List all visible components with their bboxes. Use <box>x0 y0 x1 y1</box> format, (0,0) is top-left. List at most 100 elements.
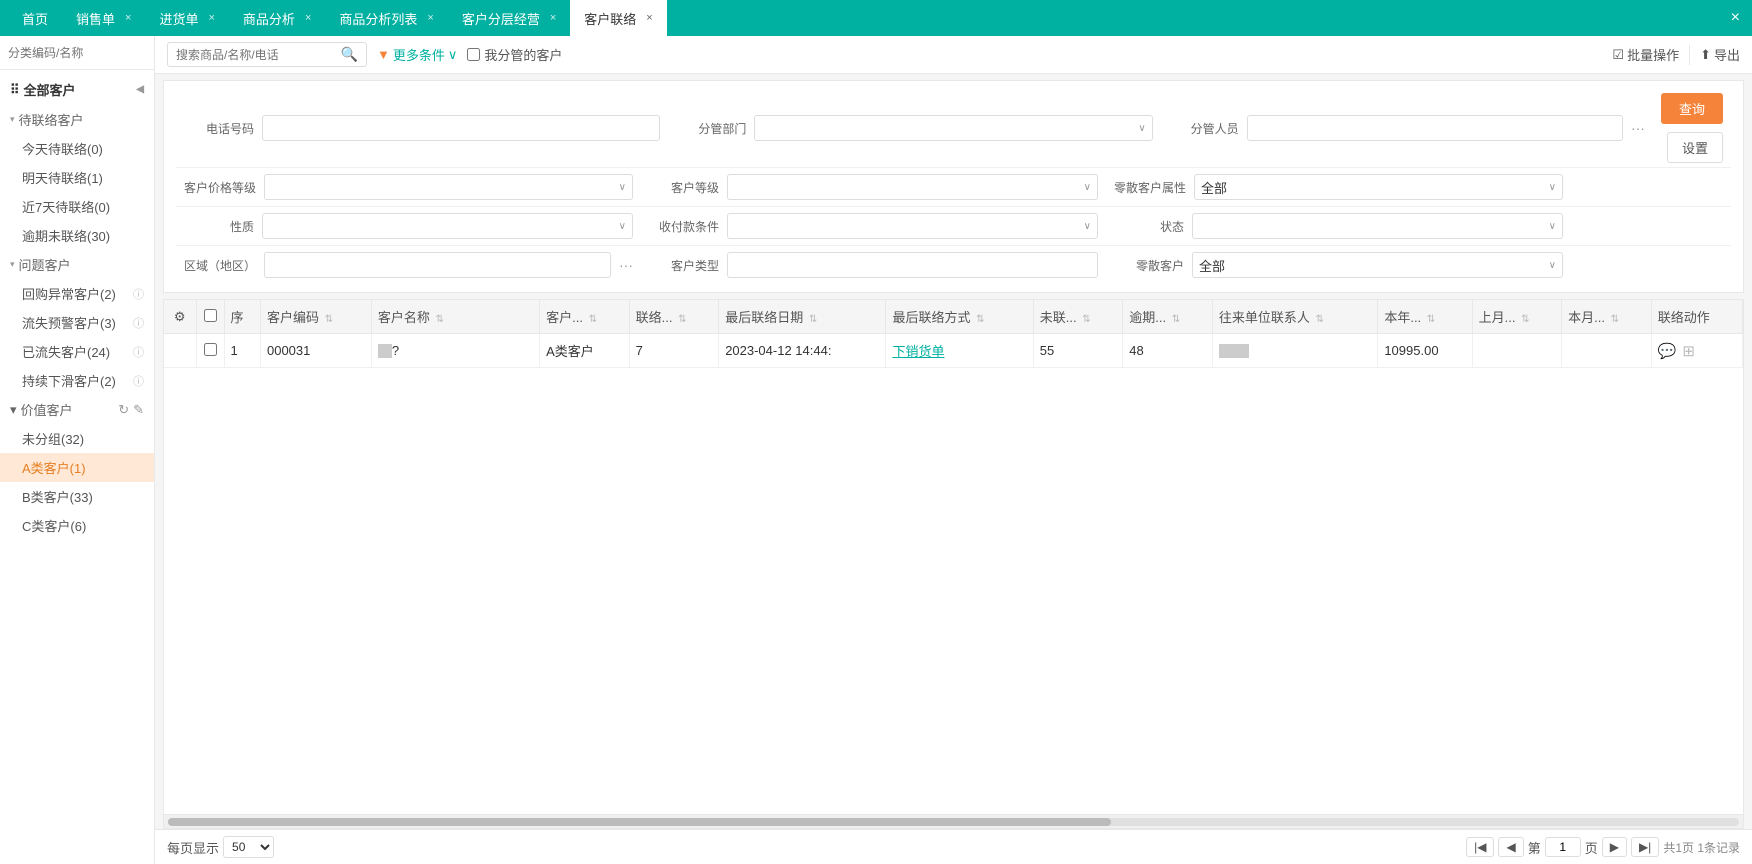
sort-icon-last-month: ⇅ <box>1521 314 1529 325</box>
query-button[interactable]: 查询 <box>1661 93 1723 124</box>
more-conditions-btn[interactable]: ▼ 更多条件 ∨ <box>377 45 457 64</box>
payment-select[interactable]: ∨ <box>727 213 1098 239</box>
sidebar-item-abnormal[interactable]: 回购异常客户(2) ⓘ <box>0 279 154 308</box>
close-tab-analysis-list[interactable]: × <box>427 12 433 24</box>
close-all-tabs[interactable]: × <box>1731 9 1740 27</box>
filter-phone: 电话号码 <box>176 113 668 143</box>
row-gear[interactable] <box>164 334 196 368</box>
retail-select[interactable]: 全部 ∨ <box>1192 252 1563 278</box>
col-header-code[interactable]: 客户编码 ⇅ <box>260 300 371 334</box>
status-select[interactable]: ∨ <box>1192 213 1563 239</box>
sidebar-value-customers-group[interactable]: ▾ 价值客户 ↻ ✎ <box>0 395 154 424</box>
nav-tab-analysis-list[interactable]: 商品分析列表 × <box>325 0 447 36</box>
sidebar-item-declining[interactable]: 持续下滑客户(2) ⓘ <box>0 366 154 395</box>
col-header-overdue[interactable]: 逾期... ⇅ <box>1123 300 1213 334</box>
gear-col-header[interactable]: ⚙ <box>164 300 196 334</box>
my-customers-checkbox[interactable] <box>467 48 480 61</box>
phone-input[interactable] <box>262 115 660 141</box>
sidebar-all-customers[interactable]: ⠿ 全部客户 ◀ <box>0 74 154 105</box>
main-search-icon[interactable]: 🔍 <box>341 46 358 63</box>
per-page-select[interactable]: 50 100 200 <box>223 836 274 858</box>
type-label: 客户类型 <box>649 257 719 274</box>
nav-tab-analysis[interactable]: 商品分析 × <box>229 0 325 36</box>
sidebar-item-lost-warning[interactable]: 流失预警客户(3) ⓘ <box>0 308 154 337</box>
row-last-method[interactable]: 下销货单 <box>886 334 1033 368</box>
filter-row-2: 客户价格等级 ∨ 客户等级 ∨ 零散客户属性 全部 <box>176 168 1731 207</box>
sidebar-item-7days[interactable]: 近7天待联络(0) <box>0 192 154 221</box>
region-input[interactable] <box>264 252 611 278</box>
region-label: 区域（地区） <box>184 257 256 274</box>
col-header-contact2[interactable]: 往来单位联系人 ⇅ <box>1212 300 1378 334</box>
horizontal-scrollbar[interactable] <box>164 814 1743 828</box>
first-page-btn[interactable]: |◀ <box>1466 837 1494 857</box>
export-btn[interactable]: ⬆ 导出 <box>1700 45 1740 64</box>
status-label: 状态 <box>1114 218 1184 235</box>
col-header-contact[interactable]: 联络... ⇅ <box>629 300 719 334</box>
grid-action-icon[interactable]: ⊞ <box>1682 342 1695 360</box>
nav-tab-sales[interactable]: 销售单 × <box>62 0 145 36</box>
close-tab-customer-contact[interactable]: × <box>646 12 652 24</box>
nav-tab-home[interactable]: 首页 <box>8 0 62 36</box>
sidebar-pending-contact-group[interactable]: ▾ 待联络客户 <box>0 105 154 134</box>
col-header-this-year[interactable]: 本年... ⇅ <box>1378 300 1472 334</box>
table-scroll-area[interactable]: ⚙ 序 客户编码 ⇅ 客户名称 ⇅ <box>164 300 1743 814</box>
col-header-last-month[interactable]: 上月... ⇅ <box>1472 300 1562 334</box>
sidebar-item-tomorrow[interactable]: 明天待联络(1) <box>0 163 154 192</box>
nature-select[interactable]: ∨ <box>262 213 633 239</box>
sidebar-item-b-class[interactable]: B类客户(33) <box>0 482 154 511</box>
col-header-grade[interactable]: 客户... ⇅ <box>540 300 630 334</box>
edit-icon[interactable]: ✎ <box>133 402 144 418</box>
col-header-not-contacted[interactable]: 未联... ⇅ <box>1033 300 1123 334</box>
phone-label: 电话号码 <box>184 120 254 137</box>
more-dots-staff[interactable]: ··· <box>1631 120 1645 136</box>
close-tab-customer-segment[interactable]: × <box>550 12 556 24</box>
close-tab-analysis[interactable]: × <box>305 12 311 24</box>
close-tab-purchase[interactable]: × <box>208 12 214 24</box>
filter-price-grade: 客户价格等级 ∨ <box>176 172 641 202</box>
check-col-header[interactable] <box>196 300 224 334</box>
staff-select[interactable] <box>1247 115 1623 141</box>
nav-tab-purchase[interactable]: 进货单 × <box>145 0 228 36</box>
batch-ops-btn[interactable]: ☑ 批量操作 <box>1612 45 1679 64</box>
page-input[interactable] <box>1545 837 1581 857</box>
prev-page-btn[interactable]: ◀ <box>1498 837 1523 857</box>
last-page-btn[interactable]: ▶| <box>1631 837 1659 857</box>
sidebar-item-unclassified[interactable]: 未分组(32) <box>0 424 154 453</box>
retail-attr-select[interactable]: 全部 ∨ <box>1194 174 1563 200</box>
arrow-down-icon: ▾ <box>10 114 15 125</box>
sidebar-item-today[interactable]: 今天待联络(0) <box>0 134 154 163</box>
sidebar-item-a-class[interactable]: A类客户(1) <box>0 453 154 482</box>
row-check[interactable] <box>196 334 224 368</box>
sidebar-search-input[interactable] <box>8 46 163 60</box>
next-page-btn[interactable]: ▶ <box>1602 837 1627 857</box>
col-header-this-month[interactable]: 本月... ⇅ <box>1562 300 1652 334</box>
col-header-last-date[interactable]: 最后联络日期 ⇅ <box>719 300 886 334</box>
chevron-down-icon-price: ∨ <box>619 182 626 193</box>
chevron-down-icon-nature: ∨ <box>619 221 626 232</box>
nav-tab-customer-segment[interactable]: 客户分层经营 × <box>448 0 570 36</box>
nav-tab-customer-contact[interactable]: 客户联络 × <box>570 0 666 36</box>
row-checkbox[interactable] <box>204 343 217 356</box>
type-input[interactable] <box>727 252 1098 278</box>
select-all-checkbox[interactable] <box>204 309 217 322</box>
col-header-last-method[interactable]: 最后联络方式 ⇅ <box>886 300 1033 334</box>
filter-staff: 分管人员 ··· <box>1161 113 1653 143</box>
sidebar-problem-customers-group[interactable]: ▾ 问题客户 <box>0 250 154 279</box>
settings-button[interactable]: 设置 <box>1667 132 1723 163</box>
chat-action-icon[interactable]: 💬 <box>1658 342 1677 360</box>
sidebar-item-c-class[interactable]: C类客户(6) <box>0 511 154 540</box>
sidebar-item-overdue[interactable]: 逾期未联络(30) <box>0 221 154 250</box>
sidebar-body: ⠿ 全部客户 ◀ ▾ 待联络客户 今天待联络(0) 明天待联络(1) 近7天待联… <box>0 70 154 864</box>
more-dots-region[interactable]: ··· <box>619 257 633 273</box>
price-grade-select[interactable]: ∨ <box>264 174 633 200</box>
sort-icon-contact2: ⇅ <box>1315 314 1323 325</box>
dept-select[interactable]: ∨ <box>754 115 1152 141</box>
sidebar-item-lost[interactable]: 已流失客户(24) ⓘ <box>0 337 154 366</box>
main-search-input[interactable] <box>176 48 337 62</box>
refresh-icon[interactable]: ↻ <box>118 402 129 418</box>
col-header-name[interactable]: 客户名称 ⇅ <box>371 300 539 334</box>
close-tab-sales[interactable]: × <box>125 12 131 24</box>
grade-select[interactable]: ∨ <box>727 174 1098 200</box>
scrollbar-thumb <box>168 818 1111 826</box>
nature-label: 性质 <box>184 218 254 235</box>
